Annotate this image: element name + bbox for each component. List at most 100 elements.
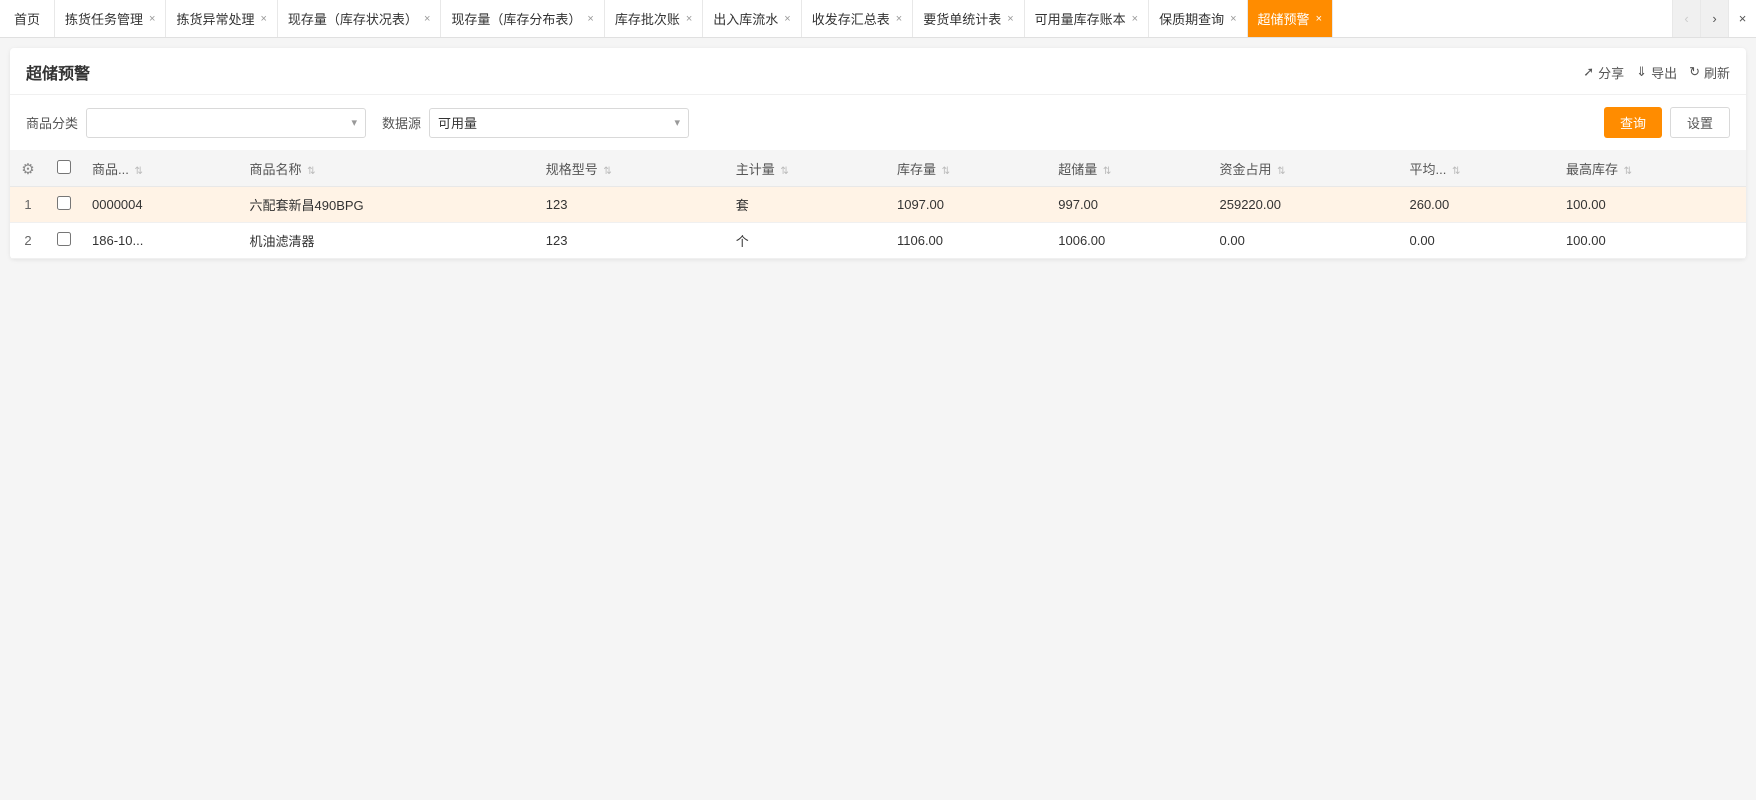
close-tab-pick-task[interactable]: × — [149, 13, 155, 25]
spec: 123 — [536, 187, 726, 223]
topbar-nav-buttons: ‹ › × — [1672, 0, 1756, 38]
overstock: 997.00 — [1048, 187, 1209, 223]
sort-icon: ⇅ — [1452, 166, 1460, 177]
topbar: 首页 拣货任务管理 × 拣货异常处理 × 现存量（库存状况表） × 现存量（库存… — [0, 0, 1756, 38]
avg: 260.00 — [1399, 187, 1555, 223]
max-stock: 100.00 — [1556, 187, 1746, 223]
overstock: 1006.00 — [1048, 223, 1209, 259]
export-button[interactable]: ⇓ 导出 — [1636, 63, 1677, 82]
share-icon: ➚ — [1583, 64, 1594, 80]
overstock-column-header[interactable]: 超储量 ⇅ — [1048, 151, 1209, 187]
close-tab-stock-status[interactable]: × — [424, 13, 430, 25]
nav-close-btn[interactable]: × — [1728, 0, 1756, 38]
gear-icon[interactable]: ⚙ — [20, 160, 36, 178]
spec-column-header[interactable]: 规格型号 ⇅ — [536, 151, 726, 187]
close-tab-order-stat[interactable]: × — [1007, 13, 1013, 25]
product-code-column-header[interactable]: 商品... ⇅ — [82, 151, 240, 187]
max-stock: 100.00 — [1556, 223, 1746, 259]
sort-icon: ⇅ — [1277, 166, 1285, 177]
datasource-value: 可用量 — [438, 113, 477, 132]
table-body: 1 0000004 六配套新昌490BPG 123 套 1097.00 997.… — [10, 187, 1746, 259]
tab-pick-task[interactable]: 拣货任务管理 × — [55, 0, 166, 37]
capital: 0.00 — [1210, 223, 1400, 259]
sort-icon: ⇅ — [1103, 166, 1111, 177]
tab-inout-flow[interactable]: 出入库流水 × — [703, 0, 801, 37]
unit: 套 — [726, 187, 887, 223]
capital-column-header[interactable]: 资金占用 ⇅ — [1210, 151, 1400, 187]
chevron-down-icon: ▾ — [351, 116, 357, 129]
sort-icon: ⇅ — [134, 166, 142, 177]
tab-stock-dist[interactable]: 现存量（库存分布表） × — [441, 0, 604, 37]
refresh-button[interactable]: ↻ 刷新 — [1689, 63, 1730, 82]
close-tab-overstock[interactable]: × — [1316, 13, 1322, 25]
row-checkbox-cell[interactable] — [46, 187, 82, 223]
unit: 个 — [726, 223, 887, 259]
table-wrapper: ⚙ 商品... ⇅ 商品名称 ⇅ 规格型号 ⇅ — [10, 151, 1746, 259]
share-button[interactable]: ➚ 分享 — [1583, 63, 1624, 82]
category-filter: 商品分类 ▾ — [26, 108, 366, 138]
sort-icon: ⇅ — [307, 166, 315, 177]
product-name-column-header[interactable]: 商品名称 ⇅ — [240, 151, 536, 187]
close-tab-recv-send[interactable]: × — [896, 13, 902, 25]
table-row: 1 0000004 六配套新昌490BPG 123 套 1097.00 997.… — [10, 187, 1746, 223]
product-name: 六配套新昌490BPG — [240, 187, 536, 223]
close-tab-stock-dist[interactable]: × — [587, 13, 593, 25]
select-all-checkbox[interactable] — [57, 160, 71, 174]
spec: 123 — [536, 223, 726, 259]
page-header: 超储预警 ➚ 分享 ⇓ 导出 ↻ 刷新 — [10, 48, 1746, 95]
filter-bar: 商品分类 ▾ 数据源 可用量 ▾ 查询 设置 — [10, 95, 1746, 151]
refresh-icon: ↻ — [1689, 64, 1700, 80]
sort-icon: ⇅ — [780, 166, 788, 177]
tab-stock-status[interactable]: 现存量（库存状况表） × — [278, 0, 441, 37]
close-tab-avail-ledger[interactable]: × — [1132, 13, 1138, 25]
tab-avail-ledger[interactable]: 可用量库存账本 × — [1025, 0, 1149, 37]
row-checkbox[interactable] — [57, 196, 71, 210]
row-checkbox[interactable] — [57, 232, 71, 246]
row-number: 1 — [10, 187, 46, 223]
table-row: 2 186-10... 机油滤清器 123 个 1106.00 1006.00 … — [10, 223, 1746, 259]
product-name: 机油滤清器 — [240, 223, 536, 259]
settings-button[interactable]: 设置 — [1670, 107, 1730, 138]
page-title: 超储预警 — [26, 60, 90, 84]
checkbox-column-header[interactable] — [46, 151, 82, 187]
sort-icon: ⇅ — [603, 166, 611, 177]
unit-column-header[interactable]: 主计量 ⇅ — [726, 151, 887, 187]
avg-column-header[interactable]: 平均... ⇅ — [1399, 151, 1555, 187]
capital: 259220.00 — [1210, 187, 1400, 223]
nav-next-btn[interactable]: › — [1700, 0, 1728, 38]
close-tab-batch[interactable]: × — [686, 13, 692, 25]
tab-order-stat[interactable]: 要货单统计表 × — [913, 0, 1024, 37]
tab-batch[interactable]: 库存批次账 × — [605, 0, 703, 37]
tab-overstock[interactable]: 超储预警 × — [1248, 0, 1333, 37]
max-stock-column-header[interactable]: 最高库存 ⇅ — [1556, 151, 1746, 187]
product-code: 186-10... — [82, 223, 240, 259]
tab-expiry[interactable]: 保质期查询 × — [1149, 0, 1247, 37]
close-tab-pick-exception[interactable]: × — [260, 13, 266, 25]
sort-icon: ⇅ — [1624, 166, 1632, 177]
data-table: ⚙ 商品... ⇅ 商品名称 ⇅ 规格型号 ⇅ — [10, 151, 1746, 259]
category-select[interactable]: ▾ — [86, 108, 366, 138]
query-button[interactable]: 查询 — [1604, 107, 1662, 138]
datasource-chevron-icon: ▾ — [675, 116, 681, 129]
home-tab[interactable]: 首页 — [0, 0, 55, 37]
close-tab-expiry[interactable]: × — [1230, 13, 1236, 25]
tab-pick-exception[interactable]: 拣货异常处理 × — [166, 0, 277, 37]
datasource-select[interactable]: 可用量 ▾ — [429, 108, 689, 138]
filter-actions: 查询 设置 — [1604, 107, 1730, 138]
stock: 1097.00 — [887, 187, 1048, 223]
stock: 1106.00 — [887, 223, 1048, 259]
settings-column-header[interactable]: ⚙ — [10, 151, 46, 187]
table-header-row: ⚙ 商品... ⇅ 商品名称 ⇅ 规格型号 ⇅ — [10, 151, 1746, 187]
close-tab-inout-flow[interactable]: × — [784, 13, 790, 25]
export-icon: ⇓ — [1636, 64, 1647, 80]
category-label: 商品分类 — [26, 113, 78, 132]
datasource-filter: 数据源 可用量 ▾ — [382, 108, 689, 138]
page-container: 超储预警 ➚ 分享 ⇓ 导出 ↻ 刷新 商品分类 ▾ 数据源 — [10, 48, 1746, 259]
row-number: 2 — [10, 223, 46, 259]
stock-column-header[interactable]: 库存量 ⇅ — [887, 151, 1048, 187]
nav-prev-btn[interactable]: ‹ — [1672, 0, 1700, 38]
avg: 0.00 — [1399, 223, 1555, 259]
tab-recv-send[interactable]: 收发存汇总表 × — [802, 0, 913, 37]
datasource-label: 数据源 — [382, 113, 421, 132]
row-checkbox-cell[interactable] — [46, 223, 82, 259]
